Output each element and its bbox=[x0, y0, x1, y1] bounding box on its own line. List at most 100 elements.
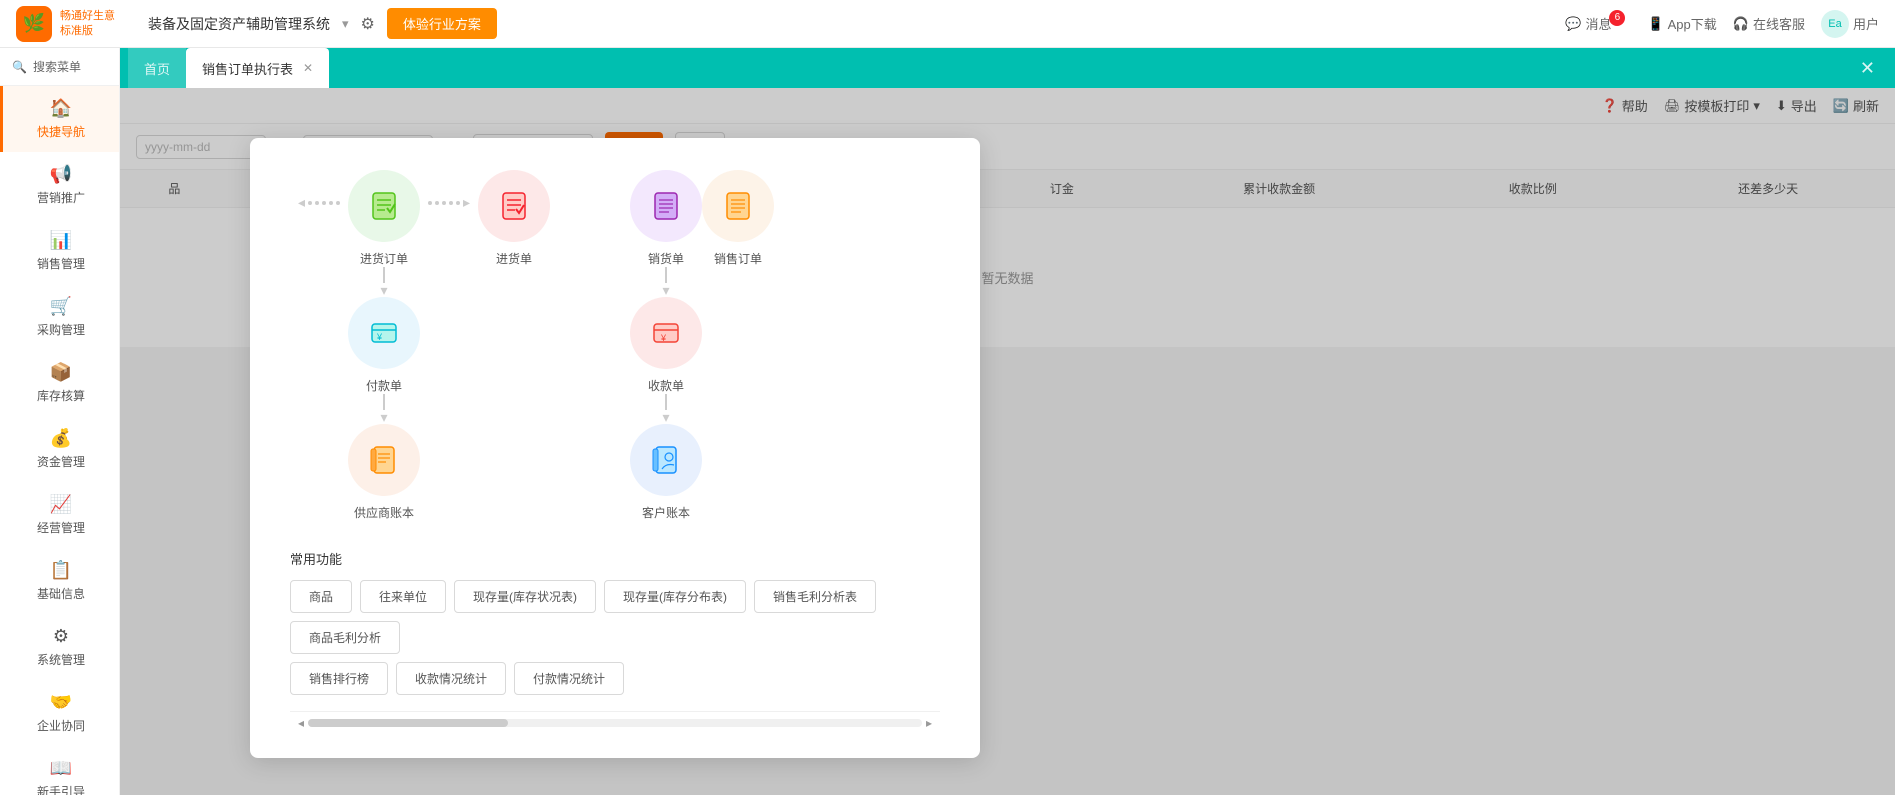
func-btn-payment-stats[interactable]: 付款情况统计 bbox=[514, 662, 624, 695]
search-icon: 🔍 bbox=[12, 60, 27, 74]
finance-icon: 💰 bbox=[50, 428, 72, 449]
scroll-left-btn[interactable]: ◂ bbox=[298, 716, 304, 730]
func-btn-product-profit[interactable]: 商品毛利分析 bbox=[290, 621, 400, 654]
sidebar-item-finance[interactable]: 💰 资金管理 bbox=[0, 416, 119, 482]
node-purchase-order[interactable]: 进货订单 bbox=[348, 170, 420, 267]
col-sales: 销货单 ▾ bbox=[630, 170, 702, 521]
receipt-label: 收款单 bbox=[648, 377, 684, 394]
sidebar-item-basic-info[interactable]: 📋 基础信息 bbox=[0, 548, 119, 614]
tab-sales-order[interactable]: 销售订单执行表 ✕ bbox=[186, 48, 329, 88]
system-title: 装备及固定资产辅助管理系统 bbox=[148, 14, 330, 34]
home-icon: 🏠 bbox=[50, 98, 72, 119]
func-btn-sales-profit[interactable]: 销售毛利分析表 bbox=[754, 580, 876, 613]
payment-icon: ¥ bbox=[348, 297, 420, 369]
logo-area: 🌿 畅通好生意 标准版 bbox=[16, 6, 136, 42]
col-purchase: 进货订单 ▾ bbox=[348, 170, 420, 521]
tab-bar: 首页 销售订单执行表 ✕ ✕ bbox=[120, 48, 1895, 88]
v-connector-3: ▾ bbox=[663, 267, 670, 297]
node-sales-bill[interactable]: 销货单 bbox=[630, 170, 702, 267]
purchase-order-icon bbox=[348, 170, 420, 242]
func-btn-stock-dist[interactable]: 现存量(库存分布表) bbox=[604, 580, 746, 613]
purchase-icon: 🛒 bbox=[50, 296, 72, 317]
arrow-sales-order-to-bill: ◂ bbox=[290, 170, 348, 211]
sales-bill-label: 销货单 bbox=[648, 250, 684, 267]
sidebar-item-inventory[interactable]: 📦 库存核算 bbox=[0, 350, 119, 416]
node-purchase-bill[interactable]: 进货单 bbox=[478, 170, 550, 267]
purchase-bill-icon bbox=[478, 170, 550, 242]
flow-diagram: 进货订单 ▾ bbox=[290, 170, 940, 521]
customer-ledger-icon bbox=[630, 424, 702, 496]
col-sales-order: 销售订单 bbox=[702, 170, 774, 267]
tab-home[interactable]: 首页 bbox=[128, 48, 186, 88]
supplier-ledger-label: 供应商账本 bbox=[354, 504, 414, 521]
header-left: 🌿 畅通好生意 标准版 装备及固定资产辅助管理系统 ▾ ⚙ 体验行业方案 bbox=[16, 6, 497, 42]
sales-order-label: 销售订单 bbox=[714, 250, 762, 267]
system-icon: ⚙ bbox=[53, 626, 69, 647]
sidebar-item-purchase[interactable]: 🛒 采购管理 bbox=[0, 284, 119, 350]
svg-text:¥: ¥ bbox=[660, 333, 667, 343]
arrow-purchase-order-to-bill: ▸ bbox=[420, 170, 478, 211]
common-functions: 常用功能 商品 往来单位 现存量(库存状况表) 现存量(库存分布表) 销售毛利分… bbox=[290, 549, 940, 695]
scroll-thumb[interactable] bbox=[308, 719, 508, 727]
sidebar-item-marketing[interactable]: 📢 营销推广 bbox=[0, 152, 119, 218]
message-icon: 💬 bbox=[1565, 16, 1581, 32]
supplier-ledger-icon bbox=[348, 424, 420, 496]
message-btn[interactable]: 💬 消息 6 bbox=[1565, 14, 1631, 33]
customer-ledger-label: 客户账本 bbox=[642, 504, 690, 521]
logo-text: 畅通好生意 标准版 bbox=[60, 9, 115, 38]
basic-info-icon: 📋 bbox=[50, 560, 72, 581]
message-badge: 6 bbox=[1609, 10, 1625, 26]
svg-text:¥: ¥ bbox=[376, 332, 383, 342]
sales-bill-icon bbox=[630, 170, 702, 242]
logo-icon: 🌿 bbox=[16, 6, 52, 42]
col-purchase-bill: 进货单 bbox=[478, 170, 550, 267]
sidebar-item-operations[interactable]: 📈 经营管理 bbox=[0, 482, 119, 548]
settings-icon[interactable]: ⚙ bbox=[361, 14, 375, 34]
func-btn-partner[interactable]: 往来单位 bbox=[360, 580, 446, 613]
node-payment[interactable]: ¥ 付款单 bbox=[348, 297, 420, 394]
node-supplier-ledger[interactable]: 供应商账本 bbox=[348, 424, 420, 521]
func-buttons-row1: 商品 往来单位 现存量(库存状况表) 现存量(库存分布表) 销售毛利分析表 商品… bbox=[290, 580, 940, 654]
quick-nav-modal: 进货订单 ▾ bbox=[250, 138, 980, 758]
func-btn-stock-status[interactable]: 现存量(库存状况表) bbox=[454, 580, 596, 613]
user-area[interactable]: Ea 用户 bbox=[1821, 10, 1879, 38]
func-btn-sales-rank[interactable]: 销售排行榜 bbox=[290, 662, 388, 695]
sales-icon: 📊 bbox=[50, 230, 72, 251]
tab-bar-close-btn[interactable]: ✕ bbox=[1848, 58, 1887, 79]
purchase-order-label: 进货订单 bbox=[360, 250, 408, 267]
newbie-icon: 📖 bbox=[50, 758, 72, 779]
sidebar-item-quick-nav[interactable]: 🏠 快捷导航 bbox=[0, 86, 119, 152]
main-layout: 🔍 搜索菜单 🏠 快捷导航 📢 营销推广 📊 销售管理 🛒 采购管理 📦 库存核… bbox=[0, 48, 1895, 795]
experience-btn[interactable]: 体验行业方案 bbox=[387, 8, 497, 39]
inventory-icon: 📦 bbox=[50, 362, 72, 383]
tab-close-btn[interactable]: ✕ bbox=[303, 61, 313, 75]
sidebar-item-enterprise[interactable]: 🤝 企业协同 bbox=[0, 680, 119, 746]
v-connector-4: ▾ bbox=[663, 394, 670, 424]
func-btn-receipt-stats[interactable]: 收款情况统计 bbox=[396, 662, 506, 695]
sidebar-item-system[interactable]: ⚙ 系统管理 bbox=[0, 614, 119, 680]
scrollbar-area: ◂ ▸ bbox=[290, 711, 940, 734]
scroll-right-btn[interactable]: ▸ bbox=[926, 716, 932, 730]
sidebar-item-sales[interactable]: 📊 销售管理 bbox=[0, 218, 119, 284]
node-customer-ledger[interactable]: 客户账本 bbox=[630, 424, 702, 521]
online-service-btn[interactable]: 🎧 在线客服 bbox=[1733, 14, 1805, 33]
func-btn-product[interactable]: 商品 bbox=[290, 580, 352, 613]
dropdown-icon[interactable]: ▾ bbox=[342, 16, 349, 32]
operations-icon: 📈 bbox=[50, 494, 72, 515]
common-functions-title: 常用功能 bbox=[290, 549, 940, 568]
node-receipt[interactable]: ¥ 收款单 bbox=[630, 297, 702, 394]
sales-order-icon bbox=[702, 170, 774, 242]
payment-label: 付款单 bbox=[366, 377, 402, 394]
node-sales-order[interactable]: 销售订单 bbox=[702, 170, 774, 267]
func-buttons-row2: 销售排行榜 收款情况统计 付款情况统计 bbox=[290, 662, 940, 695]
headset-icon: 🎧 bbox=[1733, 16, 1749, 32]
search-menu[interactable]: 🔍 搜索菜单 bbox=[0, 48, 119, 86]
app-download-btn[interactable]: 📱 App下载 bbox=[1647, 14, 1716, 33]
header-right: 💬 消息 6 📱 App下载 🎧 在线客服 Ea 用户 bbox=[1565, 10, 1879, 38]
v-connector-1: ▾ bbox=[381, 267, 388, 297]
scroll-track bbox=[308, 719, 922, 727]
purchase-bill-label: 进货单 bbox=[496, 250, 532, 267]
top-header: 🌿 畅通好生意 标准版 装备及固定资产辅助管理系统 ▾ ⚙ 体验行业方案 💬 消… bbox=[0, 0, 1895, 48]
sidebar-item-newbie[interactable]: 📖 新手引导 bbox=[0, 746, 119, 795]
v-connector-2: ▾ bbox=[381, 394, 388, 424]
